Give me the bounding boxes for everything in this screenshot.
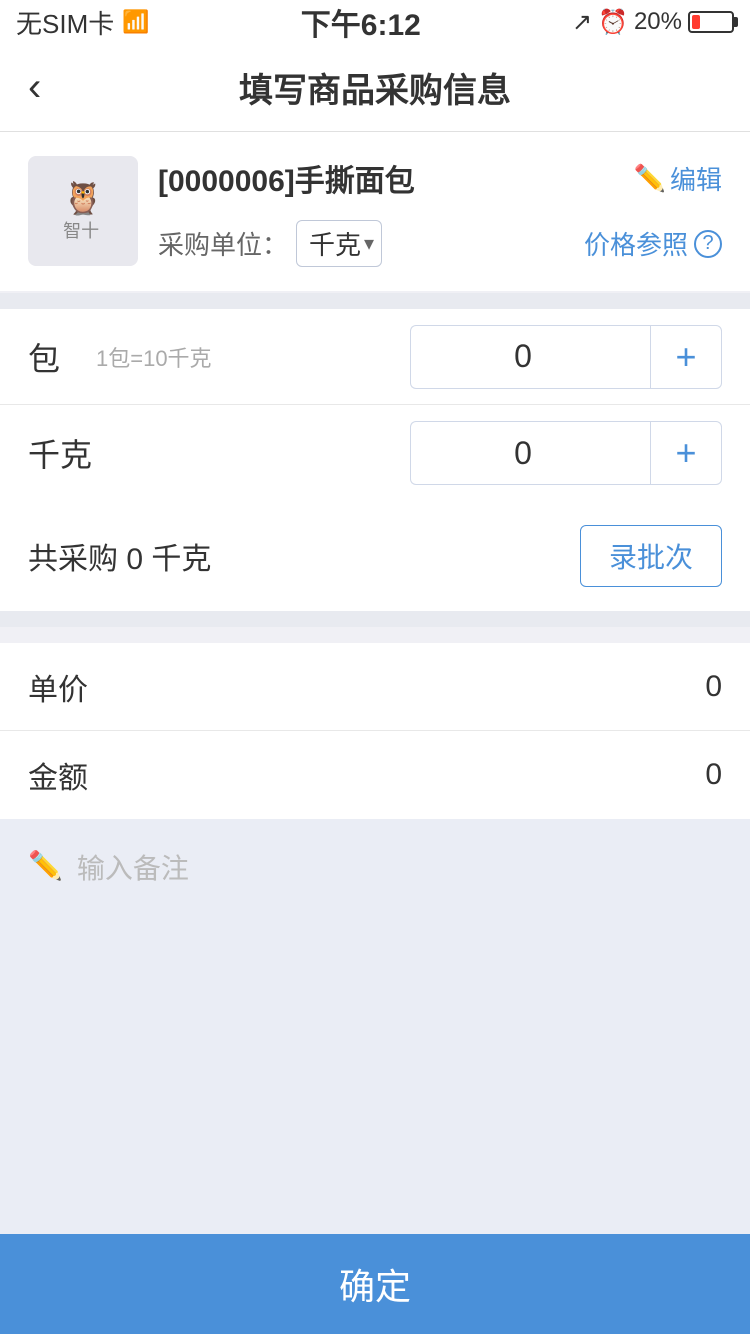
amount-value: 0 — [705, 758, 722, 792]
unit-price-label: 单价 — [28, 665, 88, 709]
battery-percent: 20% — [634, 8, 682, 36]
status-right: ↗ ⏰ 20% — [572, 8, 734, 37]
owl-logo: 🦉 智十 — [63, 179, 103, 243]
section-divider-2 — [0, 611, 750, 627]
summary-unit: 千克 — [151, 543, 211, 576]
battery-fill — [692, 15, 700, 29]
alarm-icon: ⏰ — [598, 8, 628, 37]
kg-input-row: 千克 + — [0, 405, 750, 501]
content-area: 🦉 智十 [0000006]手撕面包 ✏️ 编辑 采购单位： 千克 — [0, 132, 750, 1234]
product-id: [0000006] — [158, 165, 295, 198]
owl-text: 智十 — [63, 217, 103, 243]
amount-label: 金额 — [28, 753, 88, 797]
section-divider-1 — [0, 293, 750, 309]
bag-plus-button[interactable]: + — [650, 325, 722, 389]
price-ref-button[interactable]: 价格参照 ? — [584, 225, 722, 262]
amount-row: 金额 0 — [0, 731, 750, 819]
summary-row: 共采购 0 千克 录批次 — [0, 501, 750, 611]
kg-plus-button[interactable]: + — [650, 421, 722, 485]
product-name-row: [0000006]手撕面包 ✏️ 编辑 — [158, 156, 722, 200]
pencil-icon: ✏️ — [28, 849, 63, 882]
bag-input-right: + — [410, 325, 722, 389]
product-name-text: 手撕面包 — [295, 165, 415, 198]
unit-select-value[interactable]: 千克 — [296, 220, 382, 267]
batch-button[interactable]: 录批次 — [580, 525, 722, 587]
edit-icon: ✏️ — [634, 163, 666, 194]
spacer — [0, 1075, 750, 1235]
help-icon: ? — [694, 230, 722, 258]
edit-button[interactable]: ✏️ 编辑 — [634, 160, 722, 197]
status-time: 下午6:12 — [301, 0, 421, 44]
price-section: 单价 0 金额 0 — [0, 643, 750, 819]
unit-label: 采购单位： — [158, 225, 288, 262]
carrier-text: 无SIM卡 — [16, 4, 114, 41]
unit-price-value: 0 — [705, 670, 722, 704]
kg-input-right: + — [410, 421, 722, 485]
unit-selector[interactable]: 千克 — [296, 220, 382, 267]
input-section: 包 1包=10千克 + 千克 + — [0, 309, 750, 501]
back-button[interactable]: ‹ — [28, 65, 41, 110]
bag-sublabel: 1包=10千克 — [96, 341, 212, 373]
location-icon: ↗ — [572, 8, 592, 37]
product-thumbnail: 🦉 智十 — [28, 156, 138, 266]
product-name: [0000006]手撕面包 — [158, 156, 415, 200]
nav-bar: ‹ 填写商品采购信息 — [0, 44, 750, 132]
unit-price-row: 单价 0 — [0, 643, 750, 731]
notes-section[interactable]: ✏️ 输入备注 — [0, 819, 750, 1075]
edit-label: 编辑 — [670, 160, 722, 197]
kg-quantity-input[interactable] — [410, 421, 650, 485]
summary-prefix: 共采购 — [28, 543, 118, 576]
page-title: 填写商品采购信息 — [239, 63, 511, 112]
unit-row: 采购单位： 千克 价格参照 ? — [158, 220, 722, 267]
battery-icon — [688, 11, 734, 33]
product-info: [0000006]手撕面包 ✏️ 编辑 采购单位： 千克 价格参照 ? — [158, 156, 722, 267]
kg-label: 千克 — [28, 430, 92, 476]
wifi-icon: 📶 — [122, 9, 149, 35]
bag-input-row: 包 1包=10千克 + — [0, 309, 750, 405]
summary-text: 共采购 0 千克 — [28, 534, 211, 578]
status-bar: 无SIM卡 📶 下午6:12 ↗ ⏰ 20% — [0, 0, 750, 44]
summary-amount-value: 0 — [126, 543, 143, 576]
confirm-button[interactable]: 确定 — [0, 1234, 750, 1334]
bag-label: 包 — [28, 334, 88, 380]
product-card: 🦉 智十 [0000006]手撕面包 ✏️ 编辑 采购单位： 千克 — [0, 132, 750, 291]
status-left: 无SIM卡 📶 — [16, 4, 150, 41]
notes-placeholder: 输入备注 — [77, 847, 189, 887]
price-ref-label: 价格参照 — [584, 225, 688, 262]
bag-quantity-input[interactable] — [410, 325, 650, 389]
